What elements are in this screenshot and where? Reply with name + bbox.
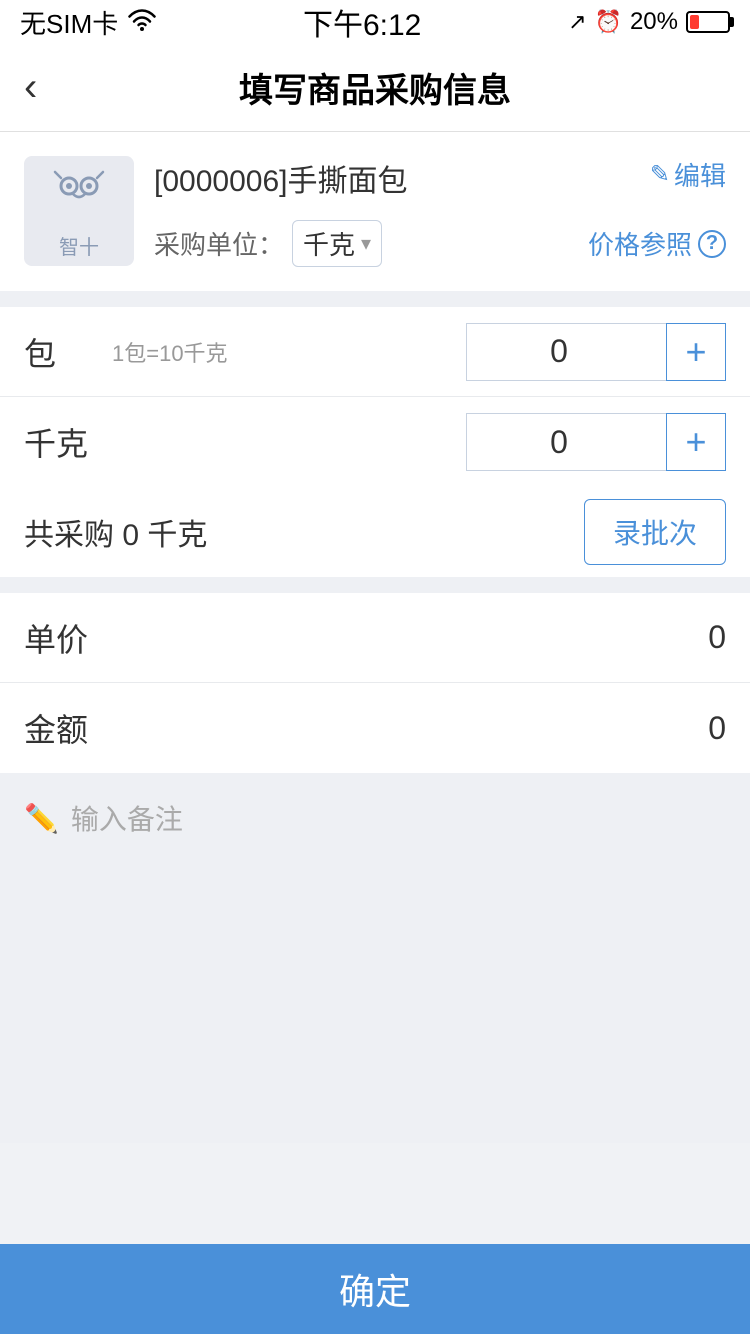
input-section: 包 1包=10千克 + 千克 + xyxy=(0,307,750,487)
page-title: 填写商品采购信息 xyxy=(239,63,511,112)
pack-input[interactable] xyxy=(466,323,666,381)
status-time: 下午6:12 xyxy=(303,0,421,44)
product-unit-row: 采购单位： 千克 ▾ 价格参照 ? xyxy=(154,220,726,267)
content-area xyxy=(0,863,750,1143)
status-bar: 无SIM卡 下午6:12 ↗ ⏰ 20% xyxy=(0,0,750,44)
pencil-icon: ✏️ xyxy=(24,802,59,835)
dropdown-arrow: ▾ xyxy=(361,231,371,256)
price-ref-button[interactable]: 价格参照 ? xyxy=(588,225,726,262)
total-section: 共采购 0 千克 录批次 xyxy=(0,487,750,577)
edit-button[interactable]: ✎ 编辑 xyxy=(650,156,726,193)
kg-row: 千克 + xyxy=(0,397,750,487)
kg-plus-button[interactable]: + xyxy=(666,413,726,471)
amount-value: 0 xyxy=(708,710,726,747)
divider-2 xyxy=(0,577,750,593)
notes-placeholder[interactable]: 输入备注 xyxy=(71,798,183,838)
alarm-icon: ⏰ xyxy=(595,9,622,35)
divider-1 xyxy=(0,291,750,307)
back-button[interactable]: ‹ xyxy=(24,65,37,110)
kg-label: 千克 xyxy=(24,419,104,465)
pack-row: 包 1包=10千克 + xyxy=(0,307,750,397)
amount-label: 金额 xyxy=(24,705,88,751)
notes-section[interactable]: ✏️ 输入备注 xyxy=(0,773,750,863)
unit-label: 采购单位： xyxy=(154,225,284,262)
status-carrier: 无SIM卡 xyxy=(20,4,156,41)
product-name: [0000006]手撕面包 xyxy=(154,156,407,200)
battery-percent: 20% xyxy=(630,8,678,36)
unit-price-value: 0 xyxy=(708,619,726,656)
product-image-inner: 智十 xyxy=(47,162,111,260)
amount-row: 金额 0 xyxy=(0,683,750,773)
brand-text: 智十 xyxy=(47,231,111,260)
kg-control: + xyxy=(466,413,726,471)
product-info: [0000006]手撕面包 ✎ 编辑 采购单位： 千克 ▾ 价格参照 ? xyxy=(154,156,726,267)
total-text: 共采购 0 千克 xyxy=(24,510,207,554)
carrier-text: 无SIM卡 xyxy=(20,4,118,41)
unit-price-row: 单价 0 xyxy=(0,593,750,683)
product-image: 智十 xyxy=(24,156,134,266)
location-icon: ↗ xyxy=(568,9,586,35)
confirm-button[interactable]: 确定 xyxy=(0,1244,750,1334)
pack-label: 包 xyxy=(24,329,104,375)
record-batch-button[interactable]: 录批次 xyxy=(584,499,726,565)
nav-bar: ‹ 填写商品采购信息 xyxy=(0,44,750,132)
unit-price-label: 单价 xyxy=(24,615,88,661)
brand-icon xyxy=(47,162,111,227)
pack-plus-button[interactable]: + xyxy=(666,323,726,381)
battery-indicator xyxy=(686,11,730,33)
unit-select[interactable]: 千克 ▾ xyxy=(292,220,382,267)
product-section: 智十 [0000006]手撕面包 ✎ 编辑 采购单位： 千克 ▾ 价格参照 ? xyxy=(0,132,750,291)
kg-input[interactable] xyxy=(466,413,666,471)
edit-icon: ✎ xyxy=(650,160,670,189)
pack-sublabel: 1包=10千克 xyxy=(112,336,228,368)
wifi-icon xyxy=(128,7,156,38)
product-header: [0000006]手撕面包 ✎ 编辑 xyxy=(154,156,726,200)
help-icon: ? xyxy=(698,230,726,258)
status-right-icons: ↗ ⏰ 20% xyxy=(568,8,730,36)
price-section: 单价 0 金额 0 xyxy=(0,593,750,773)
pack-control: + xyxy=(466,323,726,381)
